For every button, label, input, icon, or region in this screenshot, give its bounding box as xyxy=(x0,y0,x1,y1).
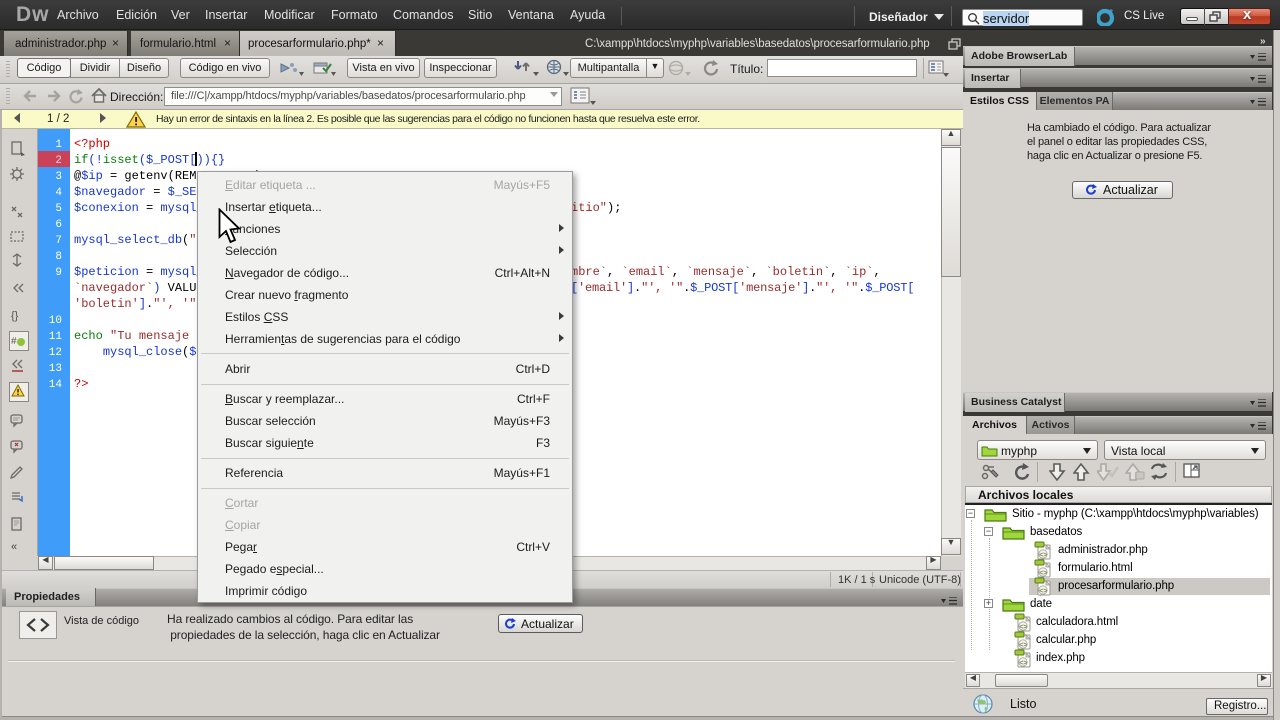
svg-text:<>: <> xyxy=(1039,570,1047,577)
svg-text:<>: <> xyxy=(1019,624,1027,631)
svg-text:<>: <> xyxy=(1019,642,1027,649)
svg-text:<>: <> xyxy=(1019,660,1027,667)
svg-text:{}: {} xyxy=(11,310,19,322)
svg-text:*: * xyxy=(1109,8,1113,19)
svg-text:<>: <> xyxy=(1039,588,1047,595)
svg-text:#: # xyxy=(11,336,17,347)
svg-text:<>: <> xyxy=(1039,552,1047,559)
